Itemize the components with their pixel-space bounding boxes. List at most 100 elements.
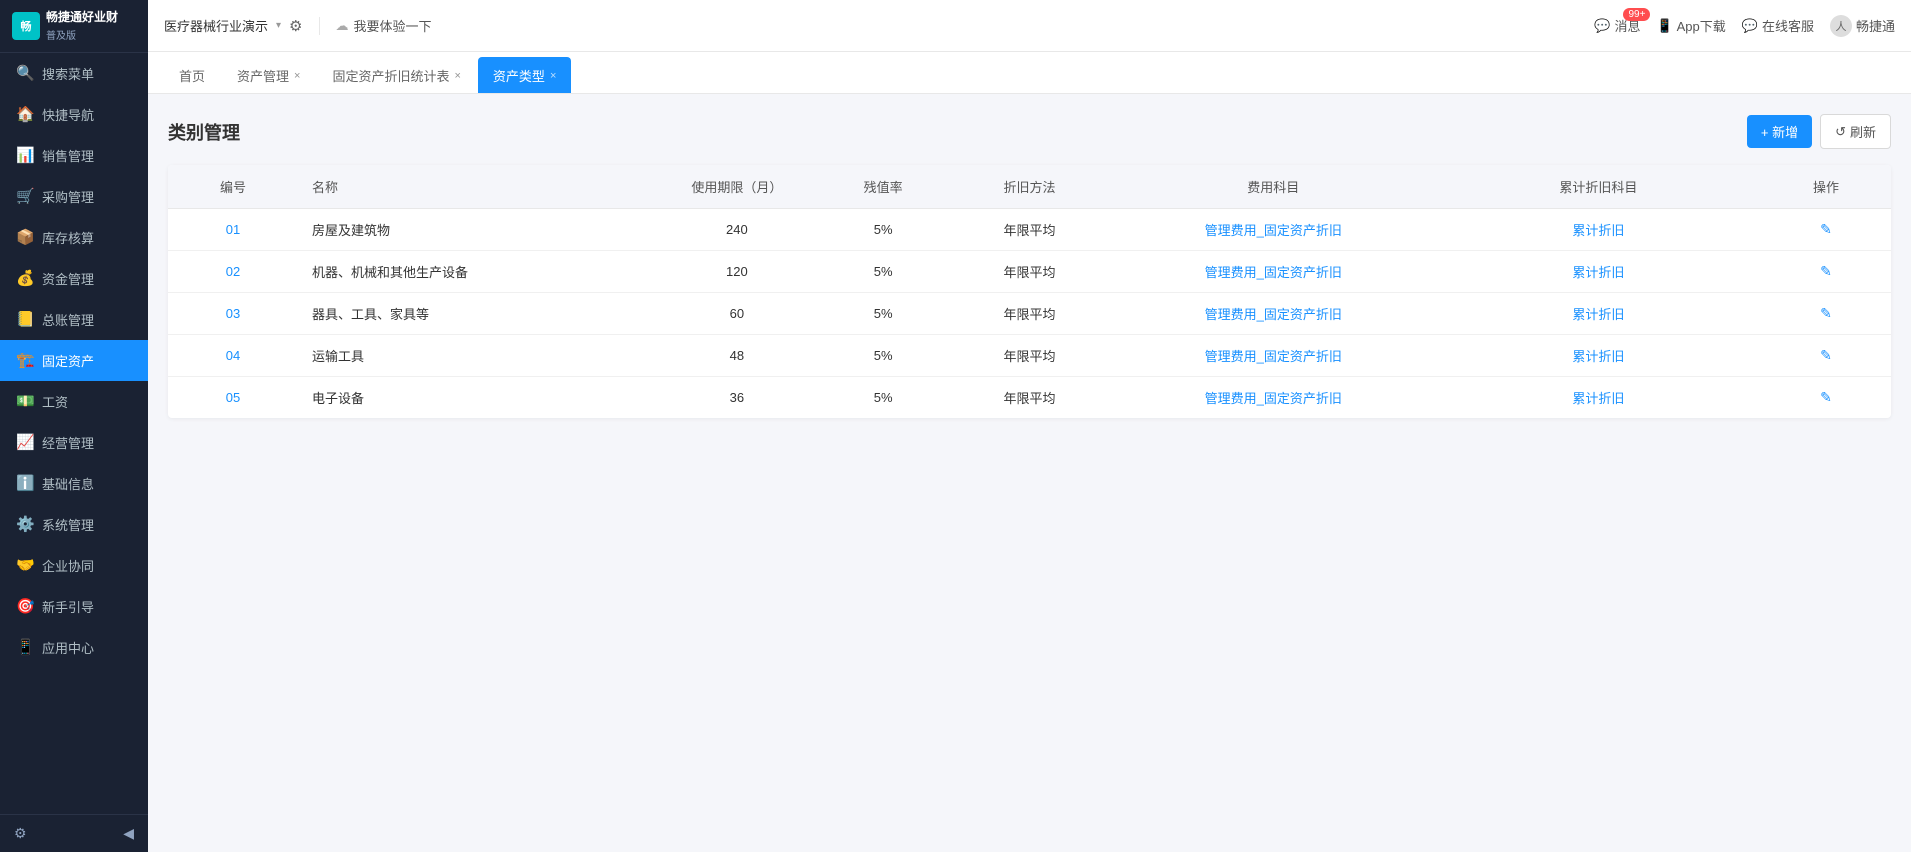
cell-name-1: 机器、机械和其他生产设备 <box>298 251 656 293</box>
sidebar-icon-inventory: 📦 <box>16 228 34 246</box>
topbar-label-app-download: App下载 <box>1677 16 1726 35</box>
cell-code-4: 05 <box>168 377 298 419</box>
collapse-icon[interactable]: ◀ <box>123 825 134 842</box>
accum-link-1[interactable]: 累计折旧 <box>1572 265 1624 280</box>
expense-link-0[interactable]: 管理费用_固定资产折旧 <box>1205 223 1342 238</box>
tab-asset-type[interactable]: 资产类型× <box>478 57 571 93</box>
topbar-messages[interactable]: 99+💬 消息 <box>1594 16 1640 35</box>
settings-icon[interactable]: ⚙ <box>14 825 27 842</box>
sidebar-icon-ledger: 📒 <box>16 310 34 328</box>
sidebar-item-search[interactable]: 🔍 搜索菜单 <box>0 53 148 94</box>
topbar-divider <box>319 17 320 35</box>
sidebar-label-sales: 销售管理 <box>42 146 94 165</box>
tab-asset-mgmt[interactable]: 资产管理× <box>222 57 315 93</box>
new-button[interactable]: + 新增 <box>1747 115 1812 148</box>
content-area: 类别管理 + 新增 ↺ 刷新 编号名称使用期限（月）残值率折旧方法费用科目累计折… <box>148 94 1911 852</box>
sidebar-item-inventory[interactable]: 📦 库存核算 <box>0 217 148 258</box>
cell-action-4[interactable]: ✎ <box>1761 377 1891 419</box>
cell-period-2: 60 <box>656 293 819 335</box>
topbar-right: 99+💬 消息 📱 App下载 💬 在线客服人 畅捷通 <box>1594 15 1895 37</box>
topbar-online-service[interactable]: 💬 在线客服 <box>1742 16 1814 35</box>
topbar: 医疗器械行业演示 ▾ ⚙ ☁ 我要体验一下 99+💬 消息📱 App下载💬 在线… <box>148 0 1911 52</box>
code-link-0[interactable]: 01 <box>226 222 240 237</box>
tab-depreciation-report[interactable]: 固定资产折旧统计表× <box>317 57 475 93</box>
cell-method-3: 年限平均 <box>948 335 1111 377</box>
accum-link-4[interactable]: 累计折旧 <box>1572 391 1624 406</box>
data-table: 编号名称使用期限（月）残值率折旧方法费用科目累计折旧科目操作 01房屋及建筑物2… <box>168 165 1891 418</box>
topbar-app-download[interactable]: 📱 App下载 <box>1656 16 1725 35</box>
sidebar-item-quick-nav[interactable]: 🏠 快捷导航 <box>0 94 148 135</box>
sidebar-item-sales[interactable]: 📊 销售管理 <box>0 135 148 176</box>
sidebar-item-system[interactable]: ⚙️ 系统管理 <box>0 504 148 545</box>
cell-name-4: 电子设备 <box>298 377 656 419</box>
cell-expense-0: 管理费用_固定资产折旧 <box>1111 209 1436 251</box>
cell-method-2: 年限平均 <box>948 293 1111 335</box>
expense-link-2[interactable]: 管理费用_固定资产折旧 <box>1205 307 1342 322</box>
code-link-1[interactable]: 02 <box>226 264 240 279</box>
sidebar-icon-app-center: 📱 <box>16 638 34 656</box>
tab-close-asset-mgmt[interactable]: × <box>294 70 300 82</box>
accum-link-3[interactable]: 累计折旧 <box>1572 349 1624 364</box>
refresh-button[interactable]: ↺ 刷新 <box>1820 114 1891 149</box>
table-row: 05电子设备365%年限平均管理费用_固定资产折旧累计折旧✎ <box>168 377 1891 419</box>
code-link-4[interactable]: 05 <box>226 390 240 405</box>
expense-link-3[interactable]: 管理费用_固定资产折旧 <box>1205 349 1342 364</box>
sidebar-item-ledger[interactable]: 📒 总账管理 <box>0 299 148 340</box>
expense-link-4[interactable]: 管理费用_固定资产折旧 <box>1205 391 1342 406</box>
sidebar-title: 畅捷通好业财 <box>46 10 118 26</box>
cell-action-3[interactable]: ✎ <box>1761 335 1891 377</box>
sidebar-item-enterprise[interactable]: 🤝 企业协同 <box>0 545 148 586</box>
cell-action-1[interactable]: ✎ <box>1761 251 1891 293</box>
sidebar-label-quick-nav: 快捷导航 <box>42 105 94 124</box>
sidebar-item-basic-info[interactable]: ℹ️ 基础信息 <box>0 463 148 504</box>
table-row: 02机器、机械和其他生产设备1205%年限平均管理费用_固定资产折旧累计折旧✎ <box>168 251 1891 293</box>
sidebar-icon-sales: 📊 <box>16 146 34 164</box>
edit-icon-2[interactable]: ✎ <box>1820 305 1832 321</box>
cell-method-1: 年限平均 <box>948 251 1111 293</box>
sidebar-icon-guide: 🎯 <box>16 597 34 615</box>
sidebar-label-purchase: 采购管理 <box>42 187 94 206</box>
col-header-accum: 累计折旧科目 <box>1436 165 1761 209</box>
tab-label-home: 首页 <box>179 66 205 85</box>
sidebar-label-finance: 资金管理 <box>42 269 94 288</box>
cell-code-2: 03 <box>168 293 298 335</box>
edit-icon-1[interactable]: ✎ <box>1820 263 1832 279</box>
sidebar-label-ledger: 总账管理 <box>42 310 94 329</box>
cloud-icon: ☁ <box>336 18 349 34</box>
sidebar-item-app-center[interactable]: 📱 应用中心 <box>0 627 148 668</box>
sidebar-label-guide: 新手引导 <box>42 597 94 616</box>
page-actions: + 新增 ↺ 刷新 <box>1747 114 1891 149</box>
sidebar-item-salary[interactable]: 💵 工资 <box>0 381 148 422</box>
expense-link-1[interactable]: 管理费用_固定资产折旧 <box>1205 265 1342 280</box>
cell-name-2: 器具、工具、家具等 <box>298 293 656 335</box>
edit-icon-3[interactable]: ✎ <box>1820 347 1832 363</box>
code-link-2[interactable]: 03 <box>226 306 240 321</box>
sidebar-label-search: 搜索菜单 <box>42 64 94 83</box>
topbar-cloud[interactable]: ☁ 我要体验一下 <box>336 16 432 35</box>
topbar-user[interactable]: 人 畅捷通 <box>1830 15 1895 37</box>
code-link-3[interactable]: 04 <box>226 348 240 363</box>
tab-close-depreciation-report[interactable]: × <box>454 70 460 82</box>
sidebar-label-app-center: 应用中心 <box>42 638 94 657</box>
edit-icon-0[interactable]: ✎ <box>1820 221 1832 237</box>
sidebar-item-finance[interactable]: 💰 资金管理 <box>0 258 148 299</box>
tab-close-asset-type[interactable]: × <box>550 70 556 82</box>
sidebar-item-operations[interactable]: 📈 经营管理 <box>0 422 148 463</box>
accum-link-2[interactable]: 累计折旧 <box>1572 307 1624 322</box>
sidebar-badge: 普及版 <box>46 27 118 42</box>
sidebar-item-guide[interactable]: 🎯 新手引导 <box>0 586 148 627</box>
table-header-row: 编号名称使用期限（月）残值率折旧方法费用科目累计折旧科目操作 <box>168 165 1891 209</box>
cell-action-2[interactable]: ✎ <box>1761 293 1891 335</box>
topbar-settings-icon[interactable]: ⚙ <box>289 17 302 35</box>
tab-home[interactable]: 首页 <box>164 57 220 93</box>
cell-period-0: 240 <box>656 209 819 251</box>
topbar-label-online-service: 在线客服 <box>1762 16 1814 35</box>
edit-icon-4[interactable]: ✎ <box>1820 389 1832 405</box>
table-head: 编号名称使用期限（月）残值率折旧方法费用科目累计折旧科目操作 <box>168 165 1891 209</box>
cell-action-0[interactable]: ✎ <box>1761 209 1891 251</box>
accum-link-0[interactable]: 累计折旧 <box>1572 223 1624 238</box>
topbar-dropdown-icon[interactable]: ▾ <box>276 20 281 31</box>
sidebar-item-fixed-assets[interactable]: 🏗️ 固定资产 <box>0 340 148 381</box>
sidebar-icon-basic-info: ℹ️ <box>16 474 34 492</box>
sidebar-item-purchase[interactable]: 🛒 采购管理 <box>0 176 148 217</box>
